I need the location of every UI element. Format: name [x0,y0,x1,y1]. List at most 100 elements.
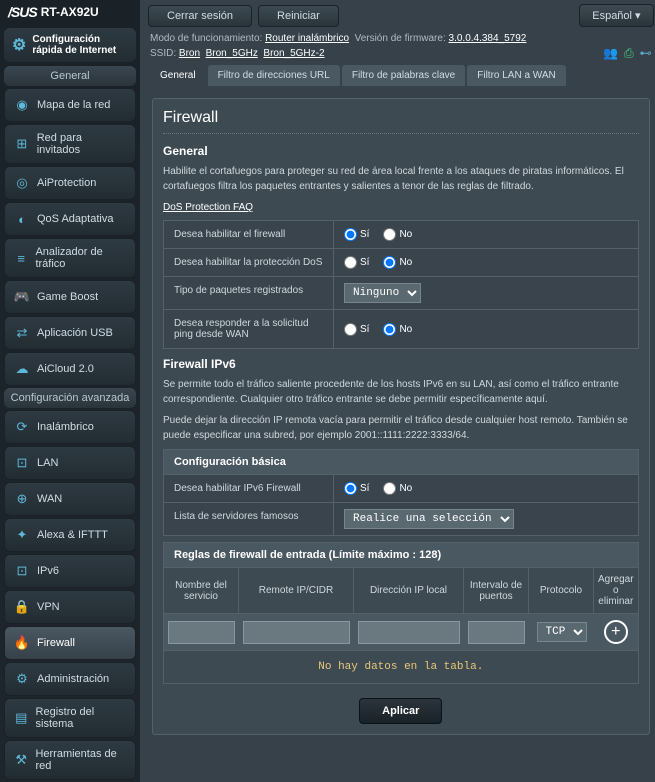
sidebar-item-lan[interactable]: ⊡LAN [4,446,136,480]
local-ip-input[interactable] [358,621,460,644]
ssid1-link[interactable]: Bron [179,48,200,59]
famous-servers-select[interactable]: Realice una selección [344,509,514,529]
ssid3-link[interactable]: Bron_5GHz-2 [263,48,324,59]
tabs: GeneralFiltro de direcciones URLFiltro d… [140,61,655,86]
sidebar-item-herramientas-de-red[interactable]: ⚒Herramientas de red [4,740,136,780]
logo: /SUS RT-AX92U [0,0,140,24]
users-icon[interactable]: 👥 [603,46,618,61]
faq-link[interactable]: DoS Protection FAQ [163,202,253,213]
remote-input[interactable] [243,621,350,644]
sidebar-icon: ▤ [13,709,30,727]
globe-icon: ⚙ [12,35,26,55]
sidebar-item-red-para-invitados[interactable]: ⊞Red para invitados [4,124,136,164]
sidebar-icon: ≡ [13,249,29,267]
rules-header: Reglas de firewall de entrada (Límite má… [163,542,639,568]
sidebar-section-advanced: Configuración avanzada [4,388,136,408]
sidebar-item-inalámbrico[interactable]: ⟳Inalámbrico [4,410,136,444]
enable-dos-yes[interactable]: Sí [344,256,369,269]
sidebar-icon: ◉ [13,96,31,114]
sidebar-item-firewall[interactable]: 🔥Firewall [4,626,136,660]
logout-button[interactable]: Cerrar sesión [148,5,252,27]
protocol-select[interactable]: TCP [537,622,587,642]
sidebar-icon: ⊡ [13,562,31,580]
no-data-message: No hay datos en la tabla. [163,650,639,684]
service-input[interactable] [168,621,235,644]
sidebar-item-mapa-de-la-red[interactable]: ◉Mapa de la red [4,88,136,122]
sidebar-icon: ◎ [13,174,31,192]
rules-table-header: Nombre del servicio Remote IP/CIDR Direc… [163,567,639,614]
ssid-info: SSID: Bron Bron_5GHz Bron_5GHz-2 [140,46,593,61]
general-description: Habilite el cortafuegos para proteger su… [163,164,639,194]
row-enable-ipv6-fw: Desea habilitar IPv6 Firewall Sí No [163,474,639,503]
status-icons: 👥 ⎙ ⊷ [593,46,655,61]
basic-config-header: Configuración básica [163,449,639,475]
row-enable-dos: Desea habilitar la protección DoS Sí No [163,248,639,277]
tab-general[interactable]: General [150,65,206,86]
sidebar: /SUS RT-AX92U ⚙ Configuración rápida de … [0,0,140,782]
ipv6-fw-no[interactable]: No [383,482,412,495]
ipv6-fw-yes[interactable]: Sí [344,482,369,495]
section-ipv6-heading: Firewall IPv6 [163,357,639,371]
row-packet-type: Tipo de paquetes registrados Ninguno [163,276,639,310]
enable-fw-yes[interactable]: Sí [344,228,369,241]
tab-filtro-lan-a-wan[interactable]: Filtro LAN a WAN [467,65,566,86]
add-rule-button[interactable]: + [604,620,628,644]
ssid2-link[interactable]: Bron_5GHz [206,48,258,59]
brand-text: /SUS [8,4,37,20]
usb-icon[interactable]: ⊷ [640,46,652,61]
sidebar-item-alexa-&-ifttt[interactable]: ✦Alexa & IFTTT [4,518,136,552]
sidebar-icon: ⟳ [13,418,31,436]
sidebar-icon: ◐ [13,210,31,228]
ping-wan-no[interactable]: No [383,323,412,336]
row-enable-firewall: Desea habilitar el firewall Sí No [163,220,639,249]
sidebar-icon: 🔥 [13,634,31,652]
ipv6-desc2: Puede dejar la dirección IP remota vacía… [163,413,639,443]
sidebar-icon: ⚒ [13,751,29,769]
ping-wan-yes[interactable]: Sí [344,323,369,336]
sidebar-icon: 🔒 [13,598,31,616]
sidebar-item-wan[interactable]: ⊕WAN [4,482,136,516]
sidebar-icon: ✦ [13,526,31,544]
section-general-heading: General [163,144,639,158]
sidebar-item-aplicación-usb[interactable]: ⇄Aplicación USB [4,316,136,350]
sidebar-item-game-boost[interactable]: 🎮Game Boost [4,280,136,314]
tab-filtro-de-palabras-clave[interactable]: Filtro de palabras clave [342,65,465,86]
enable-fw-no[interactable]: No [383,228,412,241]
sidebar-item-analizador-de-tráfico[interactable]: ≡Analizador de tráfico [4,238,136,278]
sidebar-section-general: General [4,66,136,86]
rules-input-row: TCP + [163,613,639,651]
main-content: Cerrar sesión Reiniciar Español ▾ Modo d… [140,0,655,782]
sidebar-icon: ⚙ [13,670,31,688]
sidebar-icon: 🎮 [13,288,31,306]
packet-type-select[interactable]: Ninguno [344,283,421,303]
sidebar-item-aicloud-2.0[interactable]: ☁AiCloud 2.0 [4,352,136,386]
ports-input[interactable] [468,621,525,644]
top-bar: Cerrar sesión Reiniciar Español ▾ [140,0,655,31]
ipv6-desc1: Se permite todo el tráfico saliente proc… [163,377,639,407]
tab-filtro-de-direcciones-url[interactable]: Filtro de direcciones URL [208,65,340,86]
quick-setup-label: Configuración rápida de Internet [32,34,128,56]
sidebar-item-ipv6[interactable]: ⊡IPv6 [4,554,136,588]
apply-button[interactable]: Aplicar [359,698,442,724]
model-text: RT-AX92U [41,5,99,19]
sidebar-item-qos-adaptativa[interactable]: ◐QoS Adaptativa [4,202,136,236]
mode-info: Modo de funcionamiento: Router inalámbri… [140,31,655,46]
row-famous-servers: Lista de servidores famosos Realice una … [163,502,639,536]
sidebar-icon: ⇄ [13,324,31,342]
sidebar-icon: ⊕ [13,490,31,508]
sidebar-item-vpn[interactable]: 🔒VPN [4,590,136,624]
sidebar-icon: ⊡ [13,454,31,472]
enable-dos-no[interactable]: No [383,256,412,269]
sidebar-item-aiprotection[interactable]: ◎AiProtection [4,166,136,200]
reboot-button[interactable]: Reiniciar [258,5,339,27]
mode-link[interactable]: Router inalámbrico [265,33,349,44]
sidebar-icon: ⊞ [13,135,31,153]
sidebar-item-administración[interactable]: ⚙Administración [4,662,136,696]
sidebar-item-registro-del-sistema[interactable]: ▤Registro del sistema [4,698,136,738]
firmware-link[interactable]: 3.0.0.4.384_5792 [449,33,527,44]
quick-setup[interactable]: ⚙ Configuración rápida de Internet [4,28,136,62]
row-ping-wan: Desea responder a la solicitud ping desd… [163,309,639,349]
printer-icon[interactable]: ⎙ [624,46,634,61]
sidebar-icon: ☁ [13,360,31,378]
language-select[interactable]: Español ▾ [579,4,653,27]
